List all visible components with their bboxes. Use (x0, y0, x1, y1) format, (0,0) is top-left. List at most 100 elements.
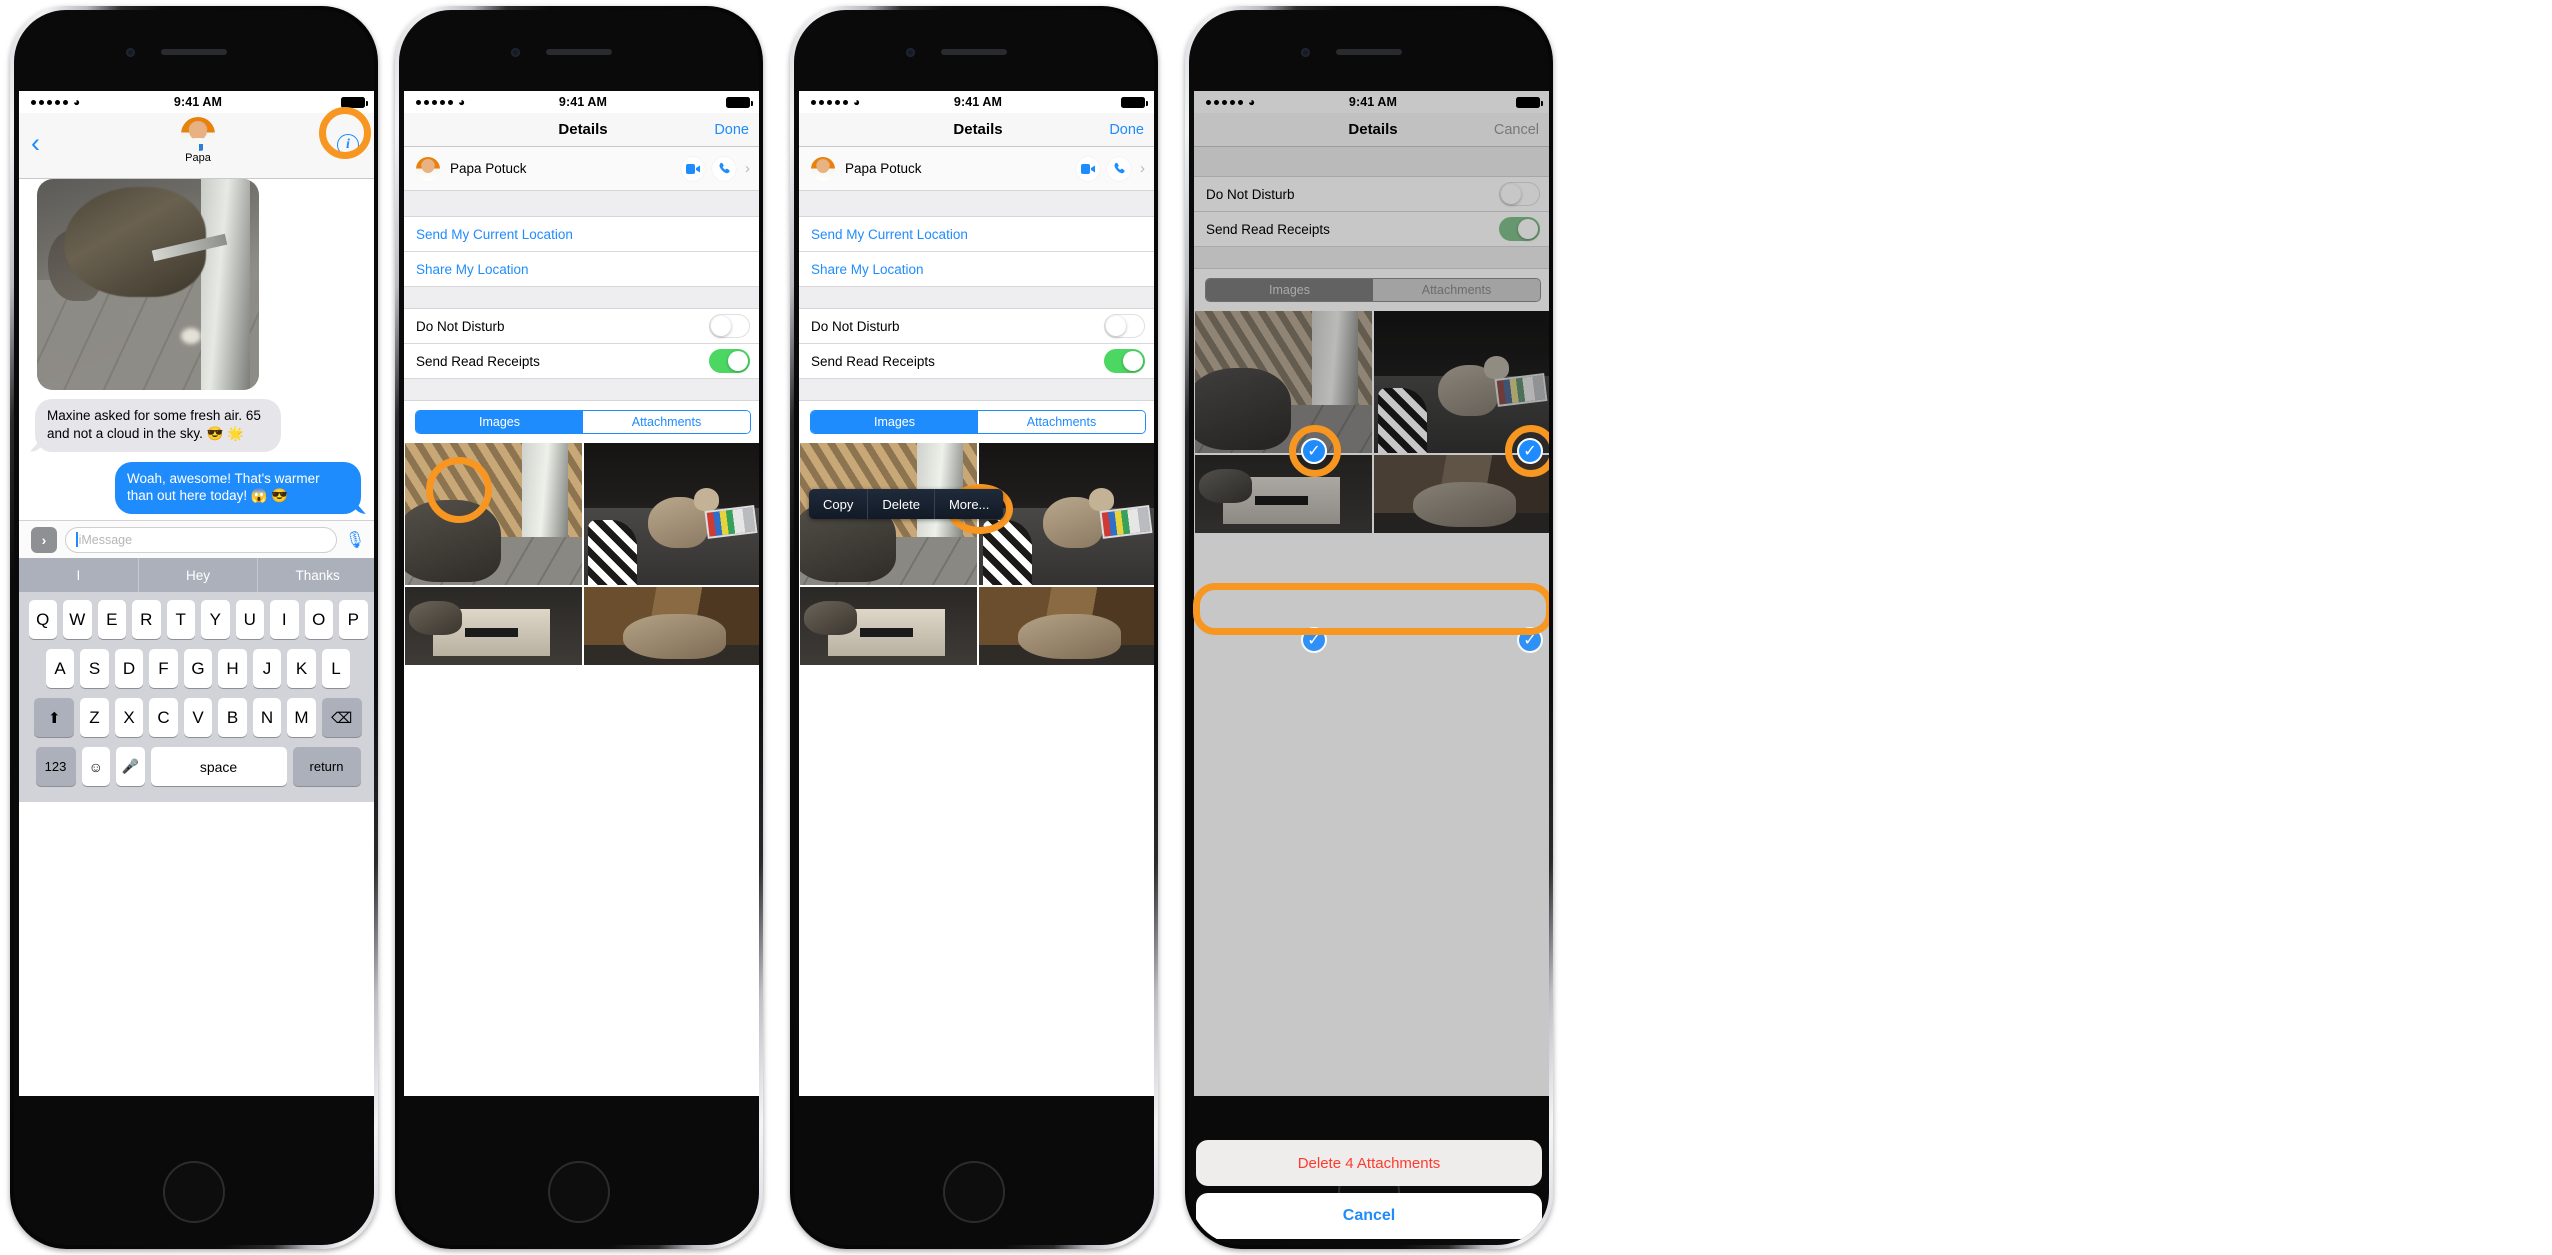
thumbnail-4[interactable] (978, 586, 1154, 666)
predictive-suggestion-3[interactable]: Thanks (258, 558, 374, 592)
shift-key[interactable]: ⬆ (34, 698, 75, 737)
key-x[interactable]: X (114, 698, 144, 737)
thumbnail-2-selected[interactable] (1373, 310, 1549, 454)
key-n[interactable]: N (252, 698, 282, 737)
tab-images[interactable]: Images (1206, 279, 1373, 301)
share-location-row[interactable]: Share My Location (404, 252, 759, 287)
key-f[interactable]: F (149, 649, 178, 688)
context-menu-more[interactable]: More... (935, 489, 1003, 519)
send-current-location-row[interactable]: Send My Current Location (799, 217, 1154, 252)
home-button[interactable] (943, 1161, 1005, 1223)
key-h[interactable]: H (218, 649, 247, 688)
back-button[interactable]: ‹ (31, 130, 40, 157)
key-t[interactable]: T (166, 600, 195, 639)
key-i[interactable]: I (270, 600, 299, 639)
thumbnail-4[interactable] (583, 586, 759, 666)
key-r[interactable]: R (132, 600, 161, 639)
space-key[interactable]: space (150, 747, 287, 786)
dictation-key[interactable]: 🎤 (116, 747, 145, 786)
thumbnail-3[interactable] (404, 586, 583, 666)
contact-header[interactable]: Papa (181, 117, 215, 164)
tab-attachments[interactable]: Attachments (978, 411, 1145, 433)
done-button[interactable]: Done (1109, 122, 1144, 138)
home-button[interactable] (163, 1161, 225, 1223)
cancel-button[interactable]: Cancel (1494, 122, 1539, 138)
key-q[interactable]: Q (28, 600, 57, 639)
context-menu-delete[interactable]: Delete (868, 489, 935, 519)
mic-icon[interactable]: 🎙 (345, 530, 365, 550)
key-o[interactable]: O (304, 600, 333, 639)
key-a[interactable]: A (45, 649, 75, 688)
tab-attachments[interactable]: Attachments (583, 411, 750, 433)
phone-icon[interactable] (712, 156, 736, 181)
key-j[interactable]: J (252, 649, 282, 688)
delete-attachments-button[interactable]: Delete 4 Attachments (1196, 1140, 1542, 1186)
do-not-disturb-toggle[interactable] (1104, 314, 1145, 338)
send-read-receipts-toggle[interactable] (709, 349, 750, 373)
thumbnail-3-selected[interactable] (1194, 454, 1373, 534)
do-not-disturb-toggle[interactable] (709, 314, 750, 338)
context-menu-copy[interactable]: Copy (809, 489, 869, 519)
send-read-receipts-toggle[interactable] (1104, 349, 1145, 373)
info-button[interactable]: i (337, 134, 359, 156)
thumbnail-2[interactable] (583, 442, 759, 586)
key-d[interactable]: D (114, 649, 144, 688)
thumbnail-4-selected[interactable] (1373, 454, 1549, 534)
share-location-row[interactable]: Share My Location (799, 252, 1154, 287)
key-s[interactable]: S (80, 649, 109, 688)
send-read-receipts-toggle[interactable] (1499, 217, 1540, 241)
photo-message-bubble[interactable] (37, 179, 259, 390)
camera-apps-icon[interactable]: › (31, 526, 57, 553)
do-not-disturb-row[interactable]: Do Not Disturb (404, 309, 759, 344)
contact-row[interactable]: Papa Potuck › (799, 147, 1154, 191)
thumbnail-3[interactable] (799, 586, 978, 666)
sheet-cancel-button[interactable]: Cancel (1196, 1193, 1542, 1239)
return-key[interactable]: return (292, 747, 361, 786)
key-l[interactable]: L (321, 649, 351, 688)
send-read-receipts-row[interactable]: Send Read Receipts (799, 344, 1154, 379)
thumbnail-1[interactable] (404, 442, 583, 586)
key-z[interactable]: Z (80, 698, 109, 737)
key-p[interactable]: P (339, 600, 368, 639)
predictive-suggestion-2[interactable]: Hey (139, 558, 259, 592)
emoji-key[interactable]: ☺ (81, 747, 110, 786)
key-u[interactable]: U (235, 600, 264, 639)
tab-images[interactable]: Images (811, 411, 978, 433)
chevron-right-icon[interactable]: › (745, 160, 750, 177)
predictive-suggestion-1[interactable]: I (19, 558, 139, 592)
outgoing-message-bubble[interactable]: Woah, awesome! That's warmer than out he… (115, 461, 361, 515)
video-camera-icon[interactable] (1076, 156, 1100, 181)
key-c[interactable]: C (149, 698, 178, 737)
key-w[interactable]: W (63, 600, 92, 639)
numbers-key[interactable]: 123 (35, 747, 76, 786)
key-g[interactable]: G (183, 649, 213, 688)
selection-check-2[interactable]: ✓ (1517, 438, 1543, 464)
selection-check-4[interactable]: ✓ (1517, 627, 1543, 653)
phone-icon[interactable] (1107, 156, 1131, 181)
key-b[interactable]: B (218, 698, 247, 737)
selection-check-1[interactable]: ✓ (1301, 438, 1327, 464)
send-read-receipts-row[interactable]: Send Read Receipts (404, 344, 759, 379)
send-current-location-row[interactable]: Send My Current Location (404, 217, 759, 252)
thumbnail-2[interactable] (978, 442, 1154, 586)
done-button[interactable]: Done (714, 122, 749, 138)
key-v[interactable]: V (183, 698, 213, 737)
do-not-disturb-toggle[interactable] (1499, 182, 1540, 206)
selection-check-3[interactable]: ✓ (1301, 627, 1327, 653)
imessage-input[interactable]: iMessage (65, 526, 337, 553)
backspace-key[interactable]: ⌫ (321, 698, 362, 737)
video-camera-icon[interactable] (681, 156, 705, 181)
key-y[interactable]: Y (201, 600, 230, 639)
key-e[interactable]: E (97, 600, 126, 639)
incoming-message-bubble[interactable]: Maxine asked for some fresh air. 65 and … (35, 399, 281, 452)
do-not-disturb-row[interactable]: Do Not Disturb (1194, 177, 1549, 212)
home-button[interactable] (548, 1161, 610, 1223)
thumbnail-1-selected[interactable] (1194, 310, 1373, 454)
contact-row[interactable]: Papa Potuck › (404, 147, 759, 191)
chevron-right-icon[interactable]: › (1140, 160, 1145, 177)
do-not-disturb-row[interactable]: Do Not Disturb (799, 309, 1154, 344)
tab-attachments[interactable]: Attachments (1373, 279, 1540, 301)
tab-images[interactable]: Images (416, 411, 583, 433)
key-m[interactable]: M (287, 698, 316, 737)
send-read-receipts-row[interactable]: Send Read Receipts (1194, 212, 1549, 247)
